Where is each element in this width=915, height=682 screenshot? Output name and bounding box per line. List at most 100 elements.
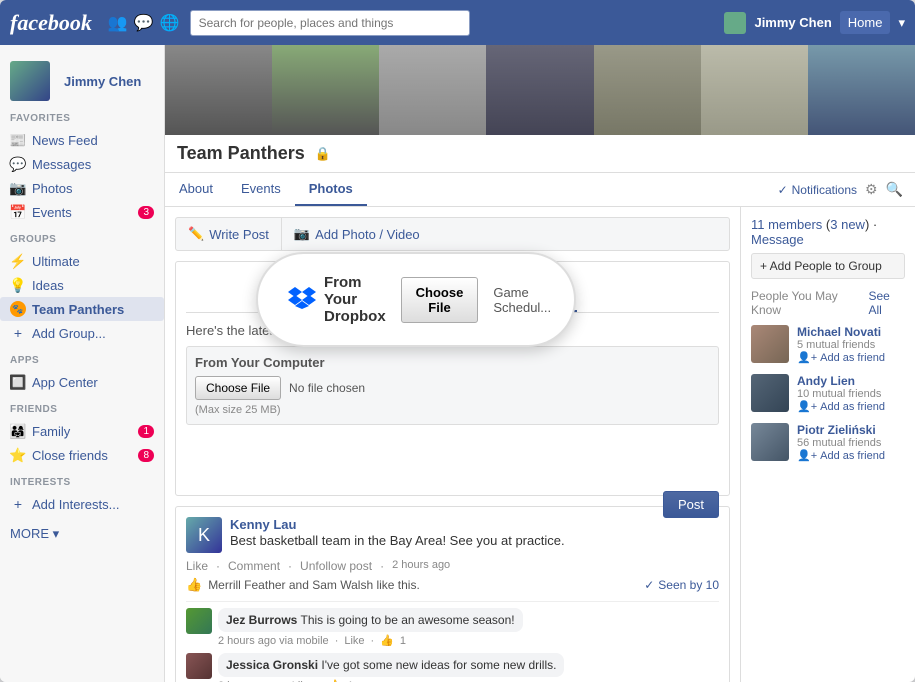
user-name-label[interactable]: Jimmy Chen	[754, 15, 831, 30]
piotr-name[interactable]: Piotr Zieliński	[797, 423, 885, 437]
likes-row-kenny: 👍 Merrill Feather and Sam Walsh like thi…	[186, 577, 719, 593]
home-button[interactable]: Home	[840, 11, 891, 34]
comment-link-kenny[interactable]: Comment	[228, 559, 280, 573]
add-people-button[interactable]: + Add People to Group	[751, 253, 905, 279]
people-you-may-know-header: People You May Know See All	[751, 289, 905, 317]
user-avatar-small	[724, 12, 746, 34]
comment-author-jez[interactable]: Jez Burrows	[226, 613, 297, 627]
comment-author-jessica[interactable]: Jessica Gronski	[226, 658, 318, 672]
andy-info: Andy Lien 10 mutual friends 👤+ Add as fr…	[797, 374, 885, 413]
friends-icon[interactable]: 👥	[108, 13, 128, 33]
group-search-icon[interactable]: 🔍	[886, 181, 903, 198]
andy-add[interactable]: 👤+ Add as friend	[797, 400, 885, 413]
nav-icons: 👥 💬 🌐	[108, 13, 180, 33]
andy-name[interactable]: Andy Lien	[797, 374, 885, 388]
group-tab-about[interactable]: About	[165, 173, 227, 206]
cover-seg-5	[594, 45, 701, 135]
add-photo-btn[interactable]: 📷 Add Photo / Video	[282, 218, 432, 250]
comments-section: Jez Burrows This is going to be an aweso…	[186, 601, 719, 682]
members-count-text: 11 members	[751, 217, 822, 232]
sidebar-item-teampanthers[interactable]: 🐾 Team Panthers	[0, 297, 164, 321]
main-layout: Jimmy Chen FAVORITES 📰 News Feed 💬 Messa…	[0, 45, 915, 682]
group-tab-right: ✓ Notifications ⚙ 🔍	[766, 173, 915, 206]
piotr-add[interactable]: 👤+ Add as friend	[797, 449, 885, 462]
michael-name[interactable]: Michael Novati	[797, 325, 885, 339]
sidebar-item-photos[interactable]: 📷 Photos	[0, 176, 164, 200]
search-bar	[190, 10, 470, 36]
ultimate-label: Ultimate	[32, 254, 80, 269]
add-photo-label: Add Photo / Video	[315, 227, 420, 242]
jessica-avatar	[186, 653, 212, 679]
messages-icon[interactable]: 💬	[134, 13, 154, 33]
michael-info: Michael Novati 5 mutual friends 👤+ Add a…	[797, 325, 885, 364]
photos-icon: 📷	[10, 180, 26, 196]
ideas-label: Ideas	[32, 278, 64, 293]
see-all-link[interactable]: See All	[868, 289, 905, 317]
nav-dropdown-icon[interactable]: ▾	[898, 15, 905, 31]
choose-file-dropbox-button[interactable]: Choose File	[401, 277, 479, 323]
sidebar-item-closefriends[interactable]: ⭐ Close friends 8	[0, 443, 164, 467]
post-box: ❓ Question 📄 Add File Here's the latest …	[175, 261, 730, 496]
sidebar-more[interactable]: MORE ▾	[0, 522, 164, 546]
group-lock-icon: 🔒	[315, 146, 331, 162]
like-link-kenny[interactable]: Like	[186, 559, 208, 573]
sidebar-item-family[interactable]: 👨‍👩‍👧 Family 1	[0, 419, 164, 443]
group-tab-events[interactable]: Events	[227, 173, 295, 206]
group-tabs: About Events Photos ✓ Notifications ⚙ 🔍	[165, 172, 915, 206]
michael-add[interactable]: 👤+ Add as friend	[797, 351, 885, 364]
sidebar-item-events[interactable]: 📅 Events 3	[0, 200, 164, 224]
newsfeed-icon: 📰	[10, 132, 26, 148]
group-tab-photos[interactable]: Photos	[295, 173, 367, 206]
sidebar-item-messages[interactable]: 💬 Messages	[0, 152, 164, 176]
game-schedule-label: Game Schedul...	[493, 285, 551, 315]
jez-like[interactable]: Like	[344, 635, 364, 647]
sidebar-item-addinterests[interactable]: + Add Interests...	[0, 492, 164, 516]
sidebar-item-addgroup[interactable]: + Add Group...	[0, 321, 164, 345]
message-link[interactable]: Message	[751, 232, 804, 247]
cover-seg-1	[165, 45, 272, 135]
unfollow-link-kenny[interactable]: Unfollow post	[300, 559, 372, 573]
ultimate-icon: ⚡	[10, 253, 26, 269]
events-label: Events	[32, 205, 72, 220]
post-meta-kenny: K Kenny Lau Best basketball team in the …	[186, 517, 663, 553]
comment-item-jez: Jez Burrows This is going to be an aweso…	[186, 608, 719, 647]
post-button[interactable]: Post	[663, 491, 719, 518]
cover-seg-6	[701, 45, 808, 135]
sidebar-item-ultimate[interactable]: ⚡ Ultimate	[0, 249, 164, 273]
appcenter-label: App Center	[32, 375, 98, 390]
dot-jez: ·	[335, 635, 339, 647]
search-input[interactable]	[199, 16, 461, 30]
notifications-icon[interactable]: 🌐	[160, 13, 180, 33]
sidebar: Jimmy Chen FAVORITES 📰 News Feed 💬 Messa…	[0, 45, 165, 682]
post-info-kenny: Kenny Lau Best basketball team in the Ba…	[230, 517, 565, 550]
piotr-avatar	[751, 423, 789, 461]
group-name: Team Panthers	[177, 143, 305, 164]
sidebar-user-name[interactable]: Jimmy Chen	[64, 74, 141, 89]
andy-mutual: 10 mutual friends	[797, 388, 885, 400]
new-members[interactable]: 3 new	[830, 217, 865, 232]
events-icon: 📅	[10, 204, 26, 220]
piotr-mutual: 56 mutual friends	[797, 437, 885, 449]
timeline-main: ✏️ Write Post 📷 Add Photo / Video	[165, 207, 740, 682]
closefriends-label: Close friends	[32, 448, 108, 463]
sidebar-item-appcenter[interactable]: 🔲 App Center	[0, 370, 164, 394]
nav-right: Jimmy Chen Home ▾	[724, 11, 905, 34]
family-icon: 👨‍👩‍👧	[10, 423, 26, 439]
choose-file-button[interactable]: Choose File	[195, 376, 281, 400]
piotr-info: Piotr Zieliński 56 mutual friends 👤+ Add…	[797, 423, 885, 462]
messages-label: Messages	[32, 157, 91, 172]
timeline-area: ✏️ Write Post 📷 Add Photo / Video	[165, 207, 915, 682]
sidebar-item-newsfeed[interactable]: 📰 News Feed	[0, 128, 164, 152]
interests-label: INTERESTS	[0, 473, 164, 492]
thumbsup-jez: 👍	[380, 634, 394, 647]
addinterests-label: Add Interests...	[32, 497, 119, 512]
sidebar-profile: Jimmy Chen	[0, 53, 164, 109]
post-author-kenny[interactable]: Kenny Lau	[230, 517, 565, 532]
sidebar-item-ideas[interactable]: 💡 Ideas	[0, 273, 164, 297]
addinterests-icon: +	[10, 496, 26, 512]
notifications-btn[interactable]: ✓ Notifications	[778, 183, 857, 197]
gear-settings-icon[interactable]: ⚙	[865, 181, 878, 198]
write-post-btn[interactable]: ✏️ Write Post	[176, 218, 282, 250]
closefriends-icon: ⭐	[10, 447, 26, 463]
dot-sep-1: ·	[216, 559, 220, 573]
